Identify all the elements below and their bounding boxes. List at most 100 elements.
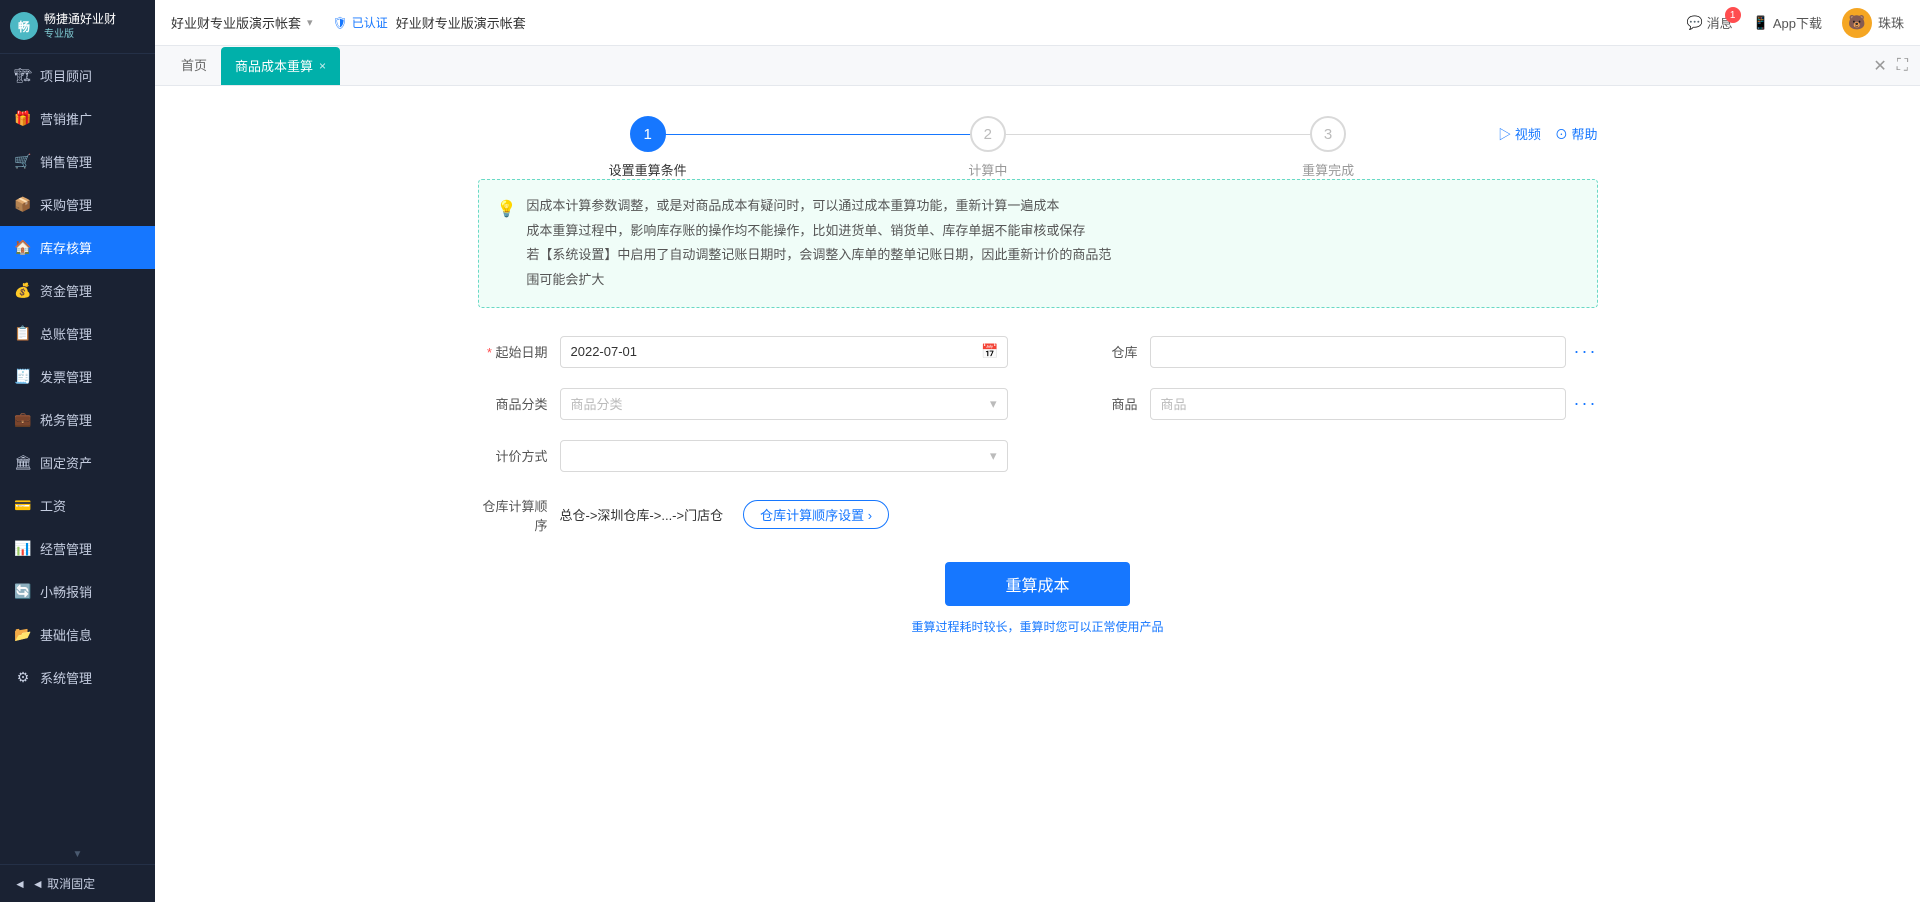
sidebar-item-expense[interactable]: 🔄小畅报销 xyxy=(0,570,155,613)
recalc-hint: 重算过程耗时较长，重算时您可以正常使用产品 xyxy=(911,618,1163,635)
video-link[interactable]: ▷ 视频 xyxy=(1498,124,1541,143)
shield-icon: 🛡 xyxy=(333,16,348,30)
top-bar: 好业财专业版演示帐套 ▾ 🛡 已认证 好业财专业版演示帐套 💬 消息 1 📱 A… xyxy=(155,0,1920,46)
help-link[interactable]: ⊙ 帮助 xyxy=(1555,124,1598,143)
app-download-button[interactable]: 📱 App下载 xyxy=(1753,13,1822,32)
inventory-icon: 🏠 xyxy=(14,238,32,256)
warehouse-order-label: 仓库计算顺序 xyxy=(478,496,548,534)
sidebar-item-operation[interactable]: 📊经营管理 xyxy=(0,527,155,570)
sidebar-logo: 畅 畅捷通好业财 专业版 xyxy=(0,0,155,54)
phone-icon: 📱 xyxy=(1753,15,1769,31)
warehouse-select[interactable] xyxy=(1150,336,1566,368)
sidebar-item-salary[interactable]: 💳工资 xyxy=(0,484,155,527)
category-select[interactable]: 商品分类 ▾ xyxy=(560,388,1008,420)
tab-home[interactable]: 首页 xyxy=(167,46,221,86)
verified-badge: 🛡 已认证 xyxy=(333,14,388,31)
sidebar: 畅 畅捷通好业财 专业版 🏗项目顾问🎁营销推广🛒销售管理📦采购管理🏠库存核算💰资… xyxy=(0,0,155,902)
step-3-circle: 3 xyxy=(1310,116,1346,152)
sidebar-item-accounting[interactable]: 📋总账管理 xyxy=(0,312,155,355)
info-text: 因成本计算参数调整，或是对商品成本有疑问时，可以通过成本重算功能，重新计算一遍成… xyxy=(526,194,1111,293)
assets-icon: 🏛 xyxy=(14,453,32,471)
sidebar-item-inventory[interactable]: 🏠库存核算 xyxy=(0,226,155,269)
recalc-section: 重算成本 重算过程耗时较长，重算时您可以正常使用产品 xyxy=(478,562,1598,635)
tab-bar: 首页 商品成本重算 × ✕ ⛶ xyxy=(155,46,1920,86)
recalc-button[interactable]: 重算成本 xyxy=(945,562,1129,606)
message-icon: 💬 xyxy=(1686,15,1702,31)
warehouse-dots-btn[interactable]: ··· xyxy=(1574,341,1598,362)
price-method-label: 计价方式 xyxy=(478,446,548,465)
tab-close-icon[interactable]: × xyxy=(319,59,326,73)
system-icon: ⚙ xyxy=(14,668,32,686)
form-grid: 起始日期 2022-07-01 📅 仓库 ··· xyxy=(478,336,1598,472)
avatar: 🐻 xyxy=(1842,8,1872,38)
price-chevron-icon: ▾ xyxy=(990,448,997,464)
step-1-circle: 1 xyxy=(630,116,666,152)
logo-text: 畅捷通好业财 专业版 xyxy=(44,12,116,41)
goods-select[interactable]: 商品 xyxy=(1150,388,1566,420)
purchase-icon: 📦 xyxy=(14,195,32,213)
price-method-select[interactable]: ▾ xyxy=(560,440,1008,472)
goods-row: 商品 商品 ··· xyxy=(1068,388,1598,420)
dropdown-icon: ▾ xyxy=(307,16,313,29)
user-avatar-button[interactable]: 🐻 珠珠 xyxy=(1842,8,1904,38)
finance-icon: 💰 xyxy=(14,281,32,299)
close-window-icon[interactable]: ✕ xyxy=(1873,56,1886,76)
sidebar-item-invoice[interactable]: 🧾发票管理 xyxy=(0,355,155,398)
price-method-row: 计价方式 ▾ xyxy=(478,440,1008,472)
calendar-icon: 📅 xyxy=(981,343,998,360)
tab-cost-recalc[interactable]: 商品成本重算 × xyxy=(221,47,340,85)
warehouse-order-row: 仓库计算顺序 总仓->深圳仓库->...->门店仓 仓库计算顺序设置 › xyxy=(478,496,1598,534)
start-date-label: 起始日期 xyxy=(478,342,548,361)
sidebar-item-finance[interactable]: 💰资金管理 xyxy=(0,269,155,312)
goods-dots-btn[interactable]: ··· xyxy=(1574,393,1598,414)
salary-icon: 💳 xyxy=(14,496,32,514)
start-date-input[interactable]: 2022-07-01 📅 xyxy=(560,336,1008,368)
sidebar-item-basic[interactable]: 📂基础信息 xyxy=(0,613,155,656)
operation-icon: 📊 xyxy=(14,539,32,557)
sidebar-item-purchase[interactable]: 📦采购管理 xyxy=(0,183,155,226)
step-2-circle: 2 xyxy=(970,116,1006,152)
step-1: 1 设置重算条件 xyxy=(478,116,818,179)
top-bar-right: 💬 消息 1 📱 App下载 🐻 珠珠 xyxy=(1686,8,1904,38)
main-area: 好业财专业版演示帐套 ▾ 🛡 已认证 好业财专业版演示帐套 💬 消息 1 📱 A… xyxy=(155,0,1920,902)
sidebar-item-system[interactable]: ⚙系统管理 xyxy=(0,656,155,699)
step-2: 2 计算中 xyxy=(818,116,1158,179)
dropdown-chevron-icon: ▾ xyxy=(990,396,997,412)
steps-row: 1 设置重算条件 2 计算中 3 xyxy=(478,116,1598,179)
category-row: 商品分类 商品分类 ▾ xyxy=(478,388,1008,420)
invoice-icon: 🧾 xyxy=(14,367,32,385)
content-inner: 1 设置重算条件 2 计算中 3 xyxy=(438,86,1638,665)
sidebar-item-tax[interactable]: 💼税务管理 xyxy=(0,398,155,441)
sales-icon: 🛒 xyxy=(14,152,32,170)
content-area: 1 设置重算条件 2 计算中 3 xyxy=(155,86,1920,902)
warehouse-order-value: 总仓->深圳仓库->...->门店仓 xyxy=(560,505,724,524)
warehouse-row: 仓库 ··· xyxy=(1068,336,1598,368)
account-selector[interactable]: 好业财专业版演示帐套 ▾ xyxy=(171,13,313,32)
goods-label: 商品 xyxy=(1068,394,1138,413)
sidebar-nav: 🏗项目顾问🎁营销推广🛒销售管理📦采购管理🏠库存核算💰资金管理📋总账管理🧾发票管理… xyxy=(0,54,155,845)
messages-button[interactable]: 💬 消息 1 xyxy=(1686,13,1732,32)
tax-icon: 💼 xyxy=(14,410,32,428)
info-box: 💡 因成本计算参数调整，或是对商品成本有疑问时，可以通过成本重算功能，重新计算一… xyxy=(478,179,1598,308)
warehouse-label: 仓库 xyxy=(1068,342,1138,361)
sidebar-item-project[interactable]: 🏗项目顾问 xyxy=(0,54,155,97)
sidebar-item-sales[interactable]: 🛒销售管理 xyxy=(0,140,155,183)
marketing-icon: 🎁 xyxy=(14,109,32,127)
warehouse-order-settings-button[interactable]: 仓库计算顺序设置 › xyxy=(743,500,889,529)
sidebar-item-marketing[interactable]: 🎁营销推广 xyxy=(0,97,155,140)
category-label: 商品分类 xyxy=(478,394,548,413)
tab-bar-actions: ✕ ⛶ xyxy=(1873,56,1908,76)
sidebar-unpin-button[interactable]: ◄ ◄ 取消固定 xyxy=(0,864,155,902)
accounting-icon: 📋 xyxy=(14,324,32,342)
basic-icon: 📂 xyxy=(14,625,32,643)
steps-helper: ▷ 视频 ⊙ 帮助 xyxy=(1498,116,1597,143)
logo-icon: 畅 xyxy=(10,12,38,40)
steps-container: 1 设置重算条件 2 计算中 3 xyxy=(478,116,1499,179)
maximize-icon[interactable]: ⛶ xyxy=(1897,57,1908,75)
scroll-indicator: ▼ xyxy=(0,845,155,864)
start-date-row: 起始日期 2022-07-01 📅 xyxy=(478,336,1008,368)
unpin-icon: ◄ xyxy=(14,877,26,891)
expense-icon: 🔄 xyxy=(14,582,32,600)
sidebar-item-assets[interactable]: 🏛固定资产 xyxy=(0,441,155,484)
step-3: 3 重算完成 xyxy=(1158,116,1498,179)
